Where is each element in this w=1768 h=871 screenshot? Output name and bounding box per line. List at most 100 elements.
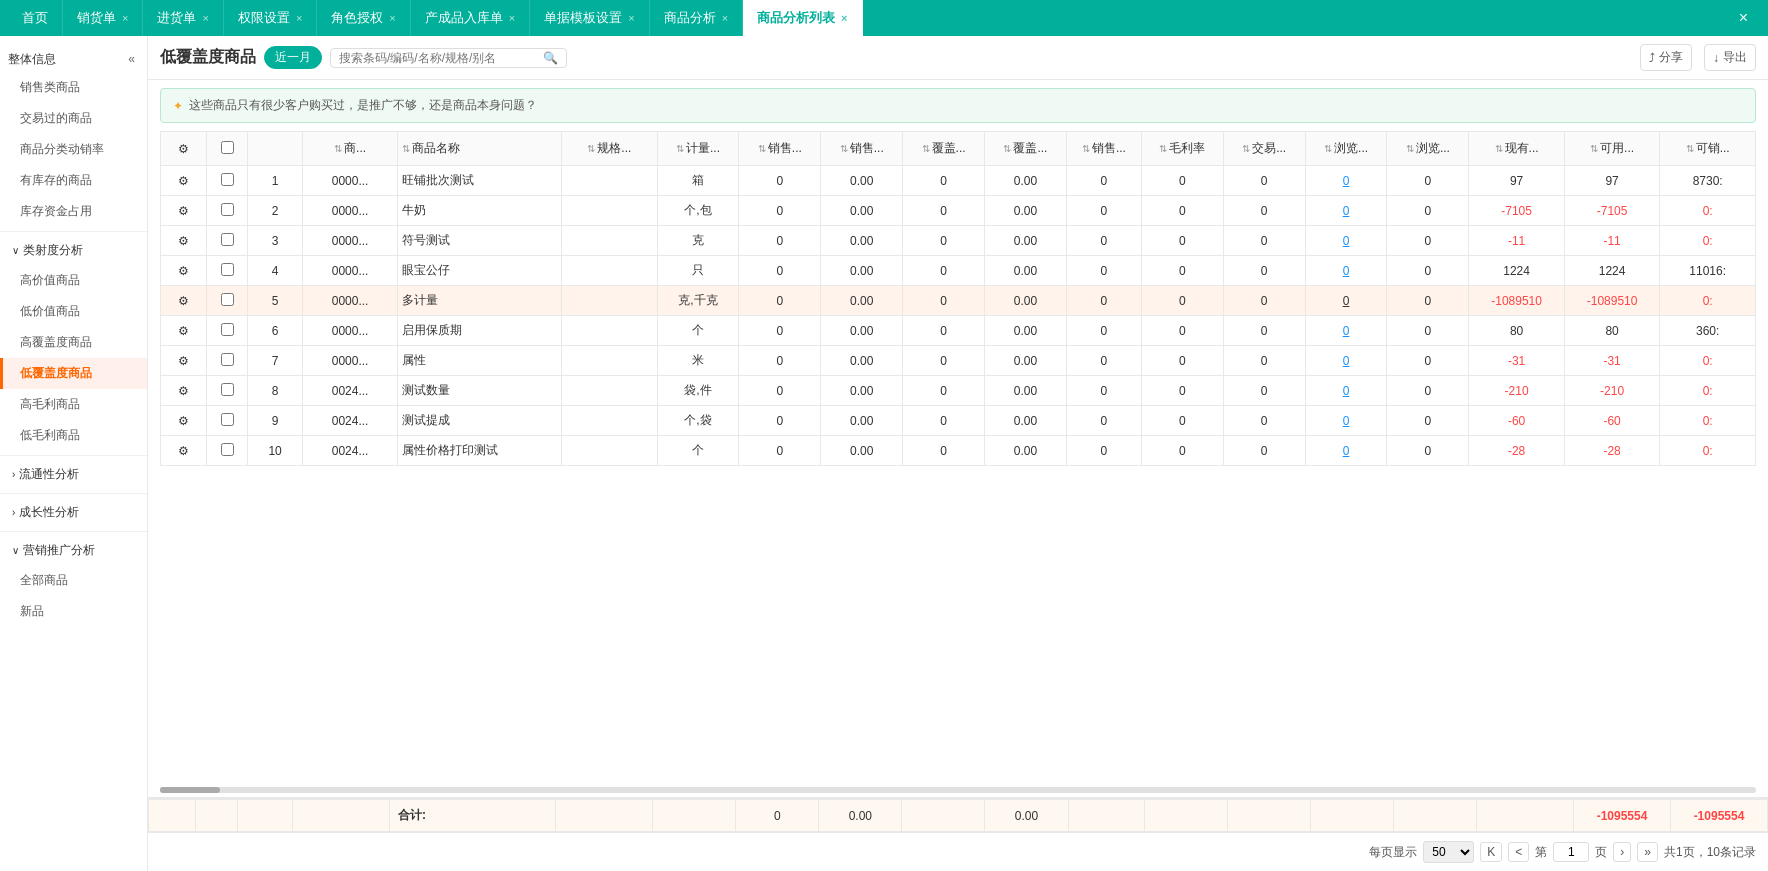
cell-browse1[interactable]: 0 [1305,376,1387,406]
export-button[interactable]: ↓ 导出 [1704,44,1756,71]
row-checkbox[interactable] [221,293,234,306]
row-checkbox[interactable] [221,263,234,276]
cell-browse1[interactable]: 0 [1305,346,1387,376]
search-icon[interactable]: 🔍 [543,51,558,65]
cell-settings[interactable]: ⚙ [161,166,207,196]
nav-templates-close[interactable]: × [628,12,634,24]
cell-check[interactable] [207,346,248,376]
sidebar-item-stock-goods[interactable]: 有库存的商品 [0,165,147,196]
col-header-cover-qty[interactable]: ⇅覆盖... [903,132,985,166]
cell-settings[interactable]: ⚙ [161,376,207,406]
first-page-btn[interactable]: K [1480,842,1502,862]
sidebar-item-new-goods[interactable]: 新品 [0,596,147,627]
col-header-browse2[interactable]: ⇅浏览... [1387,132,1469,166]
col-header-avail[interactable]: ⇅可用... [1564,132,1660,166]
row-checkbox[interactable] [221,443,234,456]
cell-check[interactable] [207,226,248,256]
cell-browse1[interactable]: 0 [1305,226,1387,256]
horizontal-scrollbar[interactable] [160,787,1756,793]
nav-permissions-close[interactable]: × [296,12,302,24]
col-header-browse1[interactable]: ⇅浏览... [1305,132,1387,166]
nav-purchase-close[interactable]: × [202,12,208,24]
cell-settings[interactable]: ⚙ [161,436,207,466]
cell-settings[interactable]: ⚙ [161,256,207,286]
cell-settings[interactable]: ⚙ [161,316,207,346]
col-header-spec[interactable]: ⇅规格... [562,132,658,166]
sidebar-item-all-goods[interactable]: 全部商品 [0,565,147,596]
cell-check[interactable] [207,286,248,316]
nav-products-in-close[interactable]: × [509,12,515,24]
cell-settings[interactable]: ⚙ [161,346,207,376]
sidebar-item-low-profit[interactable]: 低毛利商品 [0,420,147,451]
search-input[interactable] [339,51,539,65]
col-header-cover-amt[interactable]: ⇅覆盖... [985,132,1067,166]
share-button[interactable]: ⤴ 分享 [1640,44,1692,71]
nav-products-in[interactable]: 产成品入库单 × [411,0,530,36]
cell-settings[interactable]: ⚙ [161,196,207,226]
cell-check[interactable] [207,406,248,436]
cell-browse1[interactable]: 0 [1305,196,1387,226]
sidebar-item-low-value[interactable]: 低价值商品 [0,296,147,327]
sidebar-item-low-cover[interactable]: 低覆盖度商品 [0,358,147,389]
window-close[interactable]: × [1727,9,1760,27]
per-page-select[interactable]: 50 20 100 200 [1423,841,1474,863]
nav-sales[interactable]: 销货单 × [63,0,143,36]
table-container[interactable]: ⚙ ⇅商... ⇅商品名称 ⇅规格... ⇅计量... ⇅销售... ⇅销售..… [148,131,1768,783]
col-header-sales-amt[interactable]: ⇅销售... [821,132,903,166]
cell-browse1[interactable]: 0 [1305,406,1387,436]
sidebar-section-marketing[interactable]: ∨ 营销推广分析 [0,536,147,565]
sidebar-item-category-rate[interactable]: 商品分类动销率 [0,134,147,165]
prev-page-btn[interactable]: < [1508,842,1529,862]
sidebar-item-sales-goods[interactable]: 销售类商品 [0,72,147,103]
select-all-checkbox[interactable] [221,141,234,154]
col-header-sales-qty[interactable]: ⇅销售... [739,132,821,166]
nav-purchase[interactable]: 进货单 × [143,0,223,36]
nav-analysis-close[interactable]: × [722,12,728,24]
nav-sales-close[interactable]: × [122,12,128,24]
col-header-gross[interactable]: ⇅毛利率 [1141,132,1223,166]
nav-analysis[interactable]: 商品分析 × [650,0,743,36]
row-checkbox[interactable] [221,383,234,396]
sidebar-item-traded-goods[interactable]: 交易过的商品 [0,103,147,134]
cell-browse1[interactable]: 0 [1305,166,1387,196]
cell-settings[interactable]: ⚙ [161,286,207,316]
last-page-btn[interactable]: » [1637,842,1658,862]
col-header-name[interactable]: ⇅商品名称 [398,132,562,166]
cell-check[interactable] [207,316,248,346]
sidebar-section-circulation[interactable]: › 流通性分析 [0,460,147,489]
row-checkbox[interactable] [221,233,234,246]
sidebar-item-high-cover[interactable]: 高覆盖度商品 [0,327,147,358]
next-page-btn[interactable]: › [1613,842,1631,862]
row-checkbox[interactable] [221,203,234,216]
col-header-code[interactable]: ⇅商... [302,132,398,166]
period-button[interactable]: 近一月 [264,46,322,69]
sidebar-item-high-profit[interactable]: 高毛利商品 [0,389,147,420]
col-header-check[interactable] [207,132,248,166]
sidebar-overall[interactable]: 整体信息 [8,51,56,68]
cell-check[interactable] [207,166,248,196]
cell-check[interactable] [207,436,248,466]
cell-check[interactable] [207,376,248,406]
page-input[interactable] [1553,842,1589,862]
col-header-sales-cnt[interactable]: ⇅销售... [1066,132,1141,166]
sidebar-item-high-value[interactable]: 高价值商品 [0,265,147,296]
scrollbar-thumb[interactable] [160,787,220,793]
col-header-unit[interactable]: ⇅计量... [657,132,739,166]
sidebar-section-growth[interactable]: › 成长性分析 [0,498,147,527]
cell-browse1[interactable]: 0 [1305,286,1387,316]
cell-settings[interactable]: ⚙ [161,226,207,256]
nav-roles-close[interactable]: × [389,12,395,24]
sidebar-item-stock-capital[interactable]: 库存资金占用 [0,196,147,227]
nav-analysis-list[interactable]: 商品分析列表 × [743,0,862,36]
cell-browse1[interactable]: 0 [1305,256,1387,286]
nav-roles[interactable]: 角色授权 × [317,0,410,36]
nav-home[interactable]: 首页 [8,0,63,36]
row-checkbox[interactable] [221,173,234,186]
cell-check[interactable] [207,196,248,226]
row-checkbox[interactable] [221,323,234,336]
cell-browse1[interactable]: 0 [1305,436,1387,466]
sidebar-collapse-btn[interactable]: « [124,50,139,68]
cell-browse1[interactable]: 0 [1305,316,1387,346]
nav-analysis-list-close[interactable]: × [841,12,847,24]
row-checkbox[interactable] [221,413,234,426]
